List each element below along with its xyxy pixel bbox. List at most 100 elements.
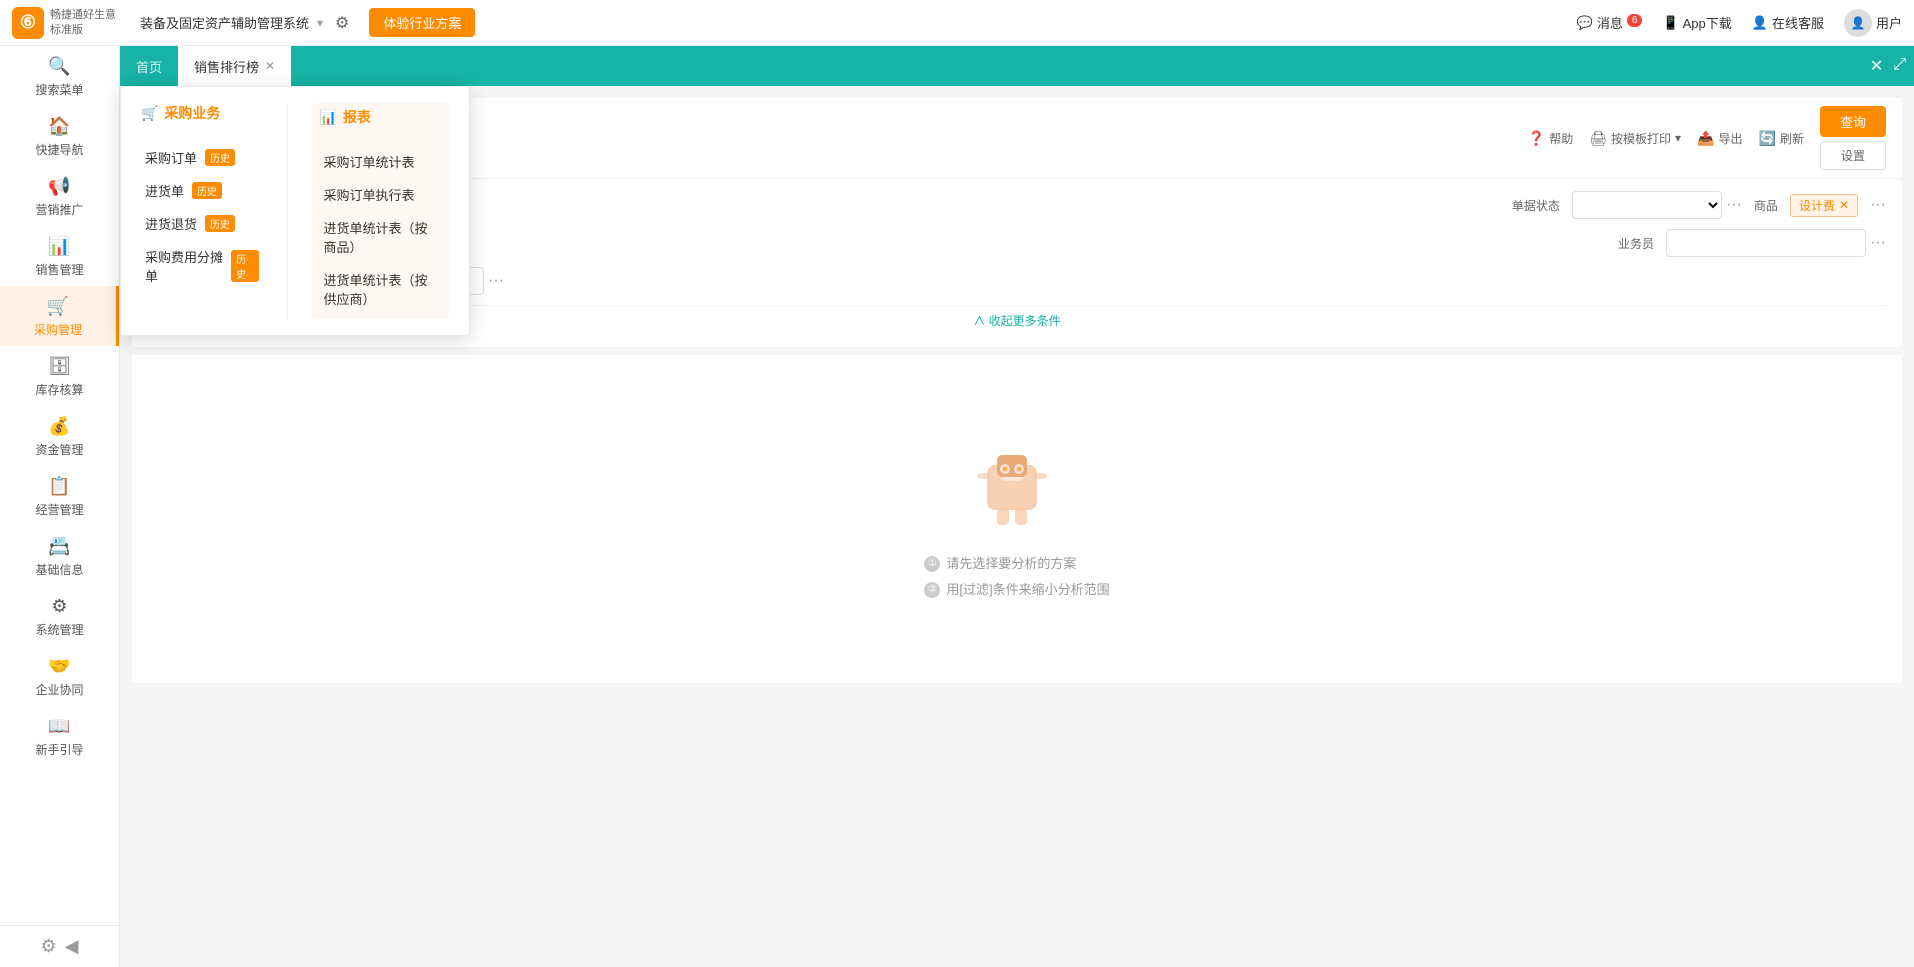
goods-tag: 设计费 ✕ bbox=[1790, 194, 1858, 217]
sidebar-item-inventory[interactable]: 🗄 库存核算 bbox=[0, 346, 119, 406]
refresh-btn[interactable]: 🔄 刷新 bbox=[1759, 130, 1804, 147]
sidebar-item-operation[interactable]: 📋 经营管理 bbox=[0, 466, 119, 526]
export-btn[interactable]: 📤 导出 bbox=[1697, 130, 1742, 147]
sidebar-label-guide: 新手引导 bbox=[35, 741, 83, 758]
salesman-label: 业务员 bbox=[1618, 235, 1654, 252]
settings-gear-icon[interactable]: ⚙ bbox=[335, 13, 349, 33]
home-icon: 🏠 bbox=[48, 116, 70, 137]
sidebar-label-enterprise: 企业协同 bbox=[35, 681, 83, 698]
dropdown-columns: 🛒 采购业务 采购订单 历史 进货单 历史 进货退货 历史 采购费用分摊单 历史 bbox=[141, 103, 449, 319]
topbar-title-area: 装备及固定资产辅助管理系统 ▾ ⚙ 体验行业方案 bbox=[140, 8, 1577, 37]
phone-icon: 📱 bbox=[1662, 15, 1678, 31]
title-arrow-icon[interactable]: ▾ bbox=[317, 16, 323, 30]
purchase-business-col: 🛒 采购业务 采购订单 历史 进货单 历史 进货退货 历史 采购费用分摊单 历史 bbox=[141, 103, 263, 319]
goods-in-stat-supplier[interactable]: 进货单统计表（按供应商） bbox=[320, 263, 442, 315]
handshake-icon: 🤝 bbox=[48, 656, 70, 677]
sidebar-item-purchase[interactable]: 🛒 采购管理 bbox=[0, 286, 119, 346]
logo-text: 畅捷通好生意 标准版 bbox=[50, 8, 116, 37]
salesman-input[interactable] bbox=[1666, 229, 1866, 257]
chart-icon: 📊 bbox=[48, 236, 70, 257]
user-avatar: 👤 bbox=[1844, 9, 1872, 37]
book-icon: 📖 bbox=[48, 716, 70, 737]
sidebar-collapse-btn[interactable]: ◀ bbox=[65, 936, 79, 957]
tab-home[interactable]: 首页 bbox=[120, 46, 178, 86]
empty-illustration bbox=[967, 435, 1067, 535]
print-btn[interactable]: 🖨 按模板打印 ▾ bbox=[1589, 130, 1681, 147]
bullet2: ② bbox=[924, 582, 940, 598]
empty-text: ① 请先选择要分析的方案 ② 用[过滤]条件来缩小分析范围 bbox=[924, 551, 1109, 603]
help-icon: ❓ bbox=[1528, 130, 1545, 147]
print-icon: 🖨 bbox=[1589, 130, 1607, 147]
help-btn[interactable]: ❓ 帮助 bbox=[1528, 130, 1573, 147]
sidebar-item-capital[interactable]: 💰 资金管理 bbox=[0, 406, 119, 466]
query-btn[interactable]: 查询 bbox=[1820, 106, 1886, 137]
sidebar-item-guide[interactable]: 📖 新手引导 bbox=[0, 706, 119, 766]
sidebar-settings-btn[interactable]: ⚙ bbox=[41, 936, 57, 957]
message-btn[interactable]: 💬 消息 6 bbox=[1577, 13, 1643, 32]
goods-tag-close[interactable]: ✕ bbox=[1839, 198, 1849, 212]
dropdown-divider bbox=[287, 103, 288, 319]
report-title: 📊 报表 bbox=[320, 107, 442, 133]
sidebar-label-system: 系统管理 bbox=[35, 621, 83, 638]
goods-dots[interactable]: ··· bbox=[1870, 196, 1886, 214]
message-icon: 💬 bbox=[1577, 15, 1593, 31]
card-icon: 📇 bbox=[48, 536, 70, 557]
doc-status-dots[interactable]: ··· bbox=[1726, 196, 1742, 214]
query-buttons-group: 查询 设置 bbox=[1820, 106, 1886, 170]
goods-label: 商品 bbox=[1754, 197, 1778, 214]
refresh-icon: 🔄 bbox=[1759, 130, 1776, 147]
close-window-icon[interactable]: ✕ bbox=[1870, 56, 1883, 76]
salesman-dots[interactable]: ··· bbox=[1870, 234, 1886, 252]
purchase-order-item[interactable]: 采购订单 历史 bbox=[141, 141, 263, 174]
purchase-expense-badge: 历史 bbox=[231, 250, 258, 282]
goods-return-item[interactable]: 进货退货 历史 bbox=[141, 207, 263, 240]
goods-in-item[interactable]: 进货单 历史 bbox=[141, 174, 263, 207]
goods-in-stat-goods[interactable]: 进货单统计表（按商品） bbox=[320, 211, 442, 263]
doc-status-select[interactable] bbox=[1572, 191, 1722, 219]
storage-icon: 🗄 bbox=[48, 356, 71, 377]
app-download-btn[interactable]: 📱 App下载 bbox=[1662, 13, 1731, 32]
sidebar-item-marketing[interactable]: 📢 营销推广 bbox=[0, 166, 119, 226]
report-col: 📊 报表 采购订单统计表 采购订单执行表 进货单统计表（按商品） 进货单统计表（… bbox=[312, 103, 450, 319]
tab-sales-ranking[interactable]: 销售排行榜 ✕ bbox=[178, 46, 291, 86]
tab-fullscreen-area: ✕ ⤢ bbox=[1870, 56, 1906, 76]
tab-sales-label: 销售排行榜 bbox=[194, 57, 259, 76]
customer-dots[interactable]: ··· bbox=[488, 272, 504, 290]
sidebar-item-quicknav[interactable]: 🏠 快捷导航 bbox=[0, 106, 119, 166]
online-service-btn[interactable]: 👤 在线客服 bbox=[1752, 13, 1824, 32]
industry-btn[interactable]: 体验行业方案 bbox=[369, 8, 475, 37]
system-title: 装备及固定资产辅助管理系统 bbox=[140, 13, 309, 32]
print-arrow-icon: ▾ bbox=[1675, 131, 1681, 145]
sidebar-item-search[interactable]: 🔍 搜索菜单 bbox=[0, 46, 119, 106]
gear-icon: ⚙ bbox=[51, 596, 67, 617]
purchase-order-stat[interactable]: 采购订单统计表 bbox=[320, 145, 442, 178]
tab-close-icon[interactable]: ✕ bbox=[265, 59, 275, 73]
sidebar-label-search: 搜索菜单 bbox=[35, 81, 83, 98]
cart-icon-title: 🛒 bbox=[141, 105, 158, 122]
sidebar-label-base: 基础信息 bbox=[35, 561, 83, 578]
user-area[interactable]: 👤 用户 bbox=[1844, 9, 1902, 37]
sidebar-item-sales[interactable]: 📊 销售管理 bbox=[0, 226, 119, 286]
sidebar-item-enterprise[interactable]: 🤝 企业协同 bbox=[0, 646, 119, 706]
sidebar-bottom: ⚙ ◀ bbox=[0, 925, 119, 967]
purchase-order-exec[interactable]: 采购订单执行表 bbox=[320, 178, 442, 211]
purchase-dropdown: 🛒 采购业务 采购订单 历史 进货单 历史 进货退货 历史 采购费用分摊单 历史 bbox=[120, 86, 470, 336]
settings-btn[interactable]: 设置 bbox=[1820, 141, 1886, 170]
avatar-icon: 👤 bbox=[1851, 16, 1866, 30]
expand-icon[interactable]: ⤢ bbox=[1893, 56, 1906, 76]
tab-home-label: 首页 bbox=[136, 57, 162, 76]
sidebar-label-inventory: 库存核算 bbox=[35, 381, 83, 398]
sidebar-item-system[interactable]: ⚙ 系统管理 bbox=[0, 586, 119, 646]
money-icon: 💰 bbox=[48, 416, 70, 437]
sidebar-label-marketing: 营销推广 bbox=[35, 201, 83, 218]
purchase-expense-item[interactable]: 采购费用分摊单 历史 bbox=[141, 240, 263, 292]
report-icon-title: 📊 bbox=[320, 109, 337, 126]
sidebar-item-base[interactable]: 📇 基础信息 bbox=[0, 526, 119, 586]
purchase-order-badge: 历史 bbox=[205, 149, 235, 166]
collapse-icon: ∧ bbox=[973, 314, 985, 328]
purchase-business-title: 🛒 采购业务 bbox=[141, 103, 263, 129]
clipboard-icon: 📋 bbox=[48, 476, 70, 497]
goods-in-badge: 历史 bbox=[192, 182, 222, 199]
sidebar-label-capital: 资金管理 bbox=[35, 441, 83, 458]
goods-return-badge: 历史 bbox=[205, 215, 235, 232]
